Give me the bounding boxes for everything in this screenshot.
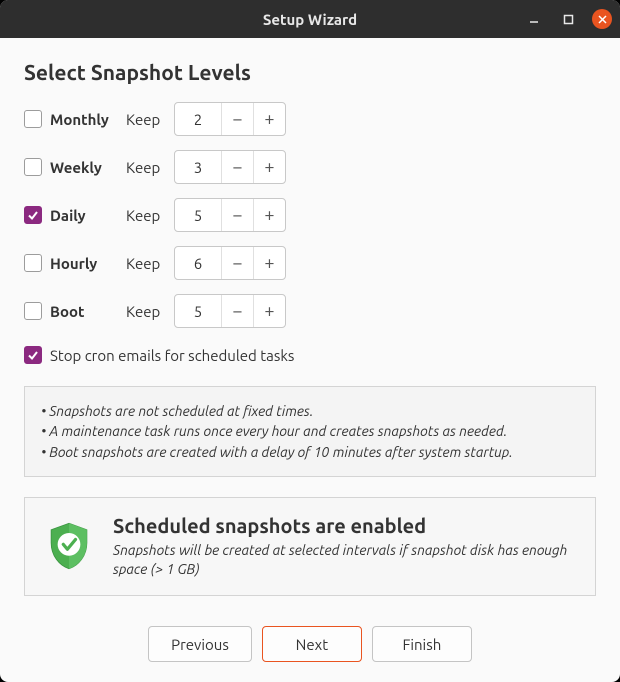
minimize-button[interactable] xyxy=(524,9,544,29)
keep-value[interactable]: 6 xyxy=(175,255,221,272)
increment-button[interactable]: + xyxy=(253,199,285,231)
status-box: Scheduled snapshots are enabled Snapshot… xyxy=(24,497,596,596)
titlebar: Setup Wizard xyxy=(0,0,620,38)
status-title: Scheduled snapshots are enabled xyxy=(113,514,577,537)
status-text: Scheduled snapshots are enabled Snapshot… xyxy=(113,514,577,579)
window-title: Setup Wizard xyxy=(263,11,357,28)
footer: Previous Next Finish xyxy=(0,610,620,682)
status-desc: Snapshots will be created at selected in… xyxy=(113,541,577,579)
maximize-button[interactable] xyxy=(558,9,578,29)
keep-spinner-monthly: 2−+ xyxy=(174,102,286,136)
keep-label: Keep xyxy=(126,159,174,176)
increment-button[interactable]: + xyxy=(253,295,285,327)
decrement-button[interactable]: − xyxy=(221,199,253,231)
increment-button[interactable]: + xyxy=(253,247,285,279)
window-controls xyxy=(524,9,612,29)
keep-value[interactable]: 5 xyxy=(175,303,221,320)
level-row-weekly: WeeklyKeep3−+ xyxy=(24,150,596,184)
level-row-boot: BootKeep5−+ xyxy=(24,294,596,328)
window: Setup Wizard Select Snapshot Levels Mont… xyxy=(0,0,620,682)
decrement-button[interactable]: − xyxy=(221,151,253,183)
keep-value[interactable]: 2 xyxy=(175,111,221,128)
next-button[interactable]: Next xyxy=(262,626,362,662)
keep-label: Keep xyxy=(126,303,174,320)
shield-check-icon xyxy=(43,520,95,572)
snapshot-levels-list: MonthlyKeep2−+WeeklyKeep3−+DailyKeep5−+H… xyxy=(24,102,596,328)
close-icon xyxy=(597,14,608,25)
level-checkbox-monthly[interactable] xyxy=(24,110,42,128)
keep-spinner-boot: 5−+ xyxy=(174,294,286,328)
previous-button[interactable]: Previous xyxy=(148,626,252,662)
info-line: • A maintenance task runs once every hou… xyxy=(41,421,579,441)
level-row-monthly: MonthlyKeep2−+ xyxy=(24,102,596,136)
decrement-button[interactable]: − xyxy=(221,247,253,279)
info-line: • Boot snapshots are created with a dela… xyxy=(41,442,579,462)
keep-label: Keep xyxy=(126,255,174,272)
level-label: Daily xyxy=(50,207,126,224)
minimize-icon xyxy=(528,13,540,25)
check-icon xyxy=(27,349,39,361)
level-checkbox-boot[interactable] xyxy=(24,302,42,320)
info-box: • Snapshots are not scheduled at fixed t… xyxy=(24,386,596,477)
increment-button[interactable]: + xyxy=(253,103,285,135)
level-row-daily: DailyKeep5−+ xyxy=(24,198,596,232)
keep-spinner-daily: 5−+ xyxy=(174,198,286,232)
decrement-button[interactable]: − xyxy=(221,103,253,135)
keep-spinner-hourly: 6−+ xyxy=(174,246,286,280)
increment-button[interactable]: + xyxy=(253,151,285,183)
decrement-button[interactable]: − xyxy=(221,295,253,327)
keep-value[interactable]: 3 xyxy=(175,159,221,176)
finish-button[interactable]: Finish xyxy=(372,626,472,662)
maximize-icon xyxy=(563,14,574,25)
cron-checkbox[interactable] xyxy=(24,346,42,364)
page-heading: Select Snapshot Levels xyxy=(24,60,596,84)
keep-label: Keep xyxy=(126,207,174,224)
info-line: • Snapshots are not scheduled at fixed t… xyxy=(41,401,579,421)
level-label: Hourly xyxy=(50,255,126,272)
level-checkbox-daily[interactable] xyxy=(24,206,42,224)
cron-label: Stop cron emails for scheduled tasks xyxy=(50,347,294,364)
level-label: Weekly xyxy=(50,159,126,176)
level-checkbox-hourly[interactable] xyxy=(24,254,42,272)
keep-spinner-weekly: 3−+ xyxy=(174,150,286,184)
level-label: Boot xyxy=(50,303,126,320)
cron-row: Stop cron emails for scheduled tasks xyxy=(24,346,596,364)
keep-label: Keep xyxy=(126,111,174,128)
content: Select Snapshot Levels MonthlyKeep2−+Wee… xyxy=(0,38,620,610)
level-row-hourly: HourlyKeep6−+ xyxy=(24,246,596,280)
keep-value[interactable]: 5 xyxy=(175,207,221,224)
close-button[interactable] xyxy=(592,9,612,29)
check-icon xyxy=(27,209,39,221)
level-label: Monthly xyxy=(50,111,126,128)
level-checkbox-weekly[interactable] xyxy=(24,158,42,176)
